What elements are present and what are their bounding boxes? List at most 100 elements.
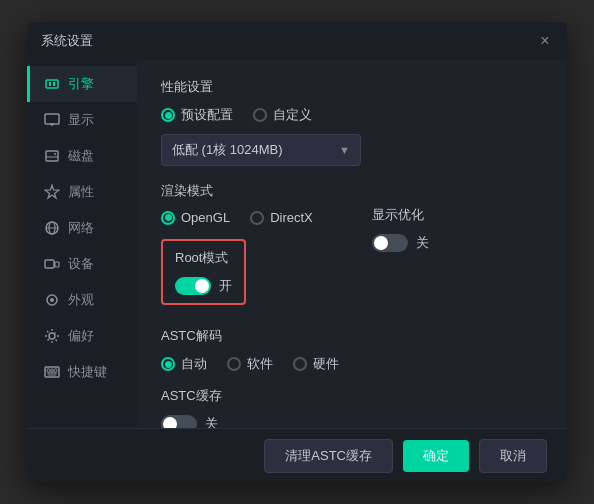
sidebar-label-props: 属性 <box>68 183 94 201</box>
svg-rect-0 <box>46 80 58 88</box>
display-opt-knob <box>374 236 388 250</box>
svg-rect-12 <box>45 260 54 268</box>
cancel-button[interactable]: 取消 <box>479 439 547 473</box>
sidebar-item-devices[interactable]: 设备 <box>27 246 137 282</box>
sidebar-label-shortcuts: 快捷键 <box>68 363 107 381</box>
close-button[interactable]: × <box>537 33 553 49</box>
sidebar-label-display: 显示 <box>68 111 94 129</box>
astc-cache-knob <box>163 417 177 428</box>
root-toggle-knob <box>195 279 209 293</box>
svg-point-15 <box>50 298 54 302</box>
sidebar-label-disk: 磁盘 <box>68 147 94 165</box>
sidebar-item-network[interactable]: 网络 <box>27 210 137 246</box>
astc-decode-title: ASTC解码 <box>161 327 543 345</box>
main-panel: 性能设置 预设配置 自定义 低配 (1核 1024MB) ▼ <box>137 60 567 428</box>
sidebar-item-prefs[interactable]: 偏好 <box>27 318 137 354</box>
svg-rect-3 <box>45 114 59 124</box>
svg-rect-21 <box>48 373 56 375</box>
astc-auto-label: 自动 <box>181 355 207 373</box>
display-opt-label: 关 <box>416 234 429 252</box>
confirm-button[interactable]: 确定 <box>403 440 469 472</box>
sidebar-item-display[interactable]: 显示 <box>27 102 137 138</box>
astc-cache-title: ASTC缓存 <box>161 387 543 405</box>
display-opt-col: 显示优化 关 <box>372 182 543 266</box>
sidebar-label-network: 网络 <box>68 219 94 237</box>
clear-astc-button[interactable]: 清理ASTC缓存 <box>264 439 393 473</box>
astc-auto-radio[interactable]: 自动 <box>161 355 207 373</box>
svg-point-16 <box>49 333 55 339</box>
astc-sw-label: 软件 <box>247 355 273 373</box>
footer: 清理ASTC缓存 确定 取消 <box>27 428 567 482</box>
root-toggle-label: 开 <box>219 277 232 295</box>
perf-preset-circle <box>161 108 175 122</box>
prefs-icon <box>44 328 60 344</box>
astc-cache-toggle-row: 关 <box>161 415 543 428</box>
perf-custom-radio[interactable]: 自定义 <box>253 106 312 124</box>
astc-cache-section: ASTC缓存 关 <box>161 387 543 428</box>
shortcuts-icon <box>44 364 60 380</box>
perf-preset-radio[interactable]: 预设配置 <box>161 106 233 124</box>
perf-title: 性能设置 <box>161 78 543 96</box>
perf-dropdown-value: 低配 (1核 1024MB) <box>172 141 283 159</box>
sidebar: 引擎 显示 <box>27 60 137 428</box>
appearance-icon <box>44 292 60 308</box>
sidebar-label-engine: 引擎 <box>68 75 94 93</box>
directx-label: DirectX <box>270 210 313 225</box>
opengl-label: OpenGL <box>181 210 230 225</box>
astc-cache-label: 关 <box>205 415 218 428</box>
display-icon <box>44 112 60 128</box>
dropdown-arrow-icon: ▼ <box>339 144 350 156</box>
svg-rect-2 <box>53 82 55 86</box>
sidebar-item-engine[interactable]: 引擎 <box>27 66 137 102</box>
sidebar-item-disk[interactable]: 磁盘 <box>27 138 137 174</box>
root-toggle[interactable] <box>175 277 211 295</box>
engine-icon <box>44 76 60 92</box>
svg-rect-1 <box>49 82 51 86</box>
content-area: 引擎 显示 <box>27 60 567 428</box>
title-bar: 系统设置 × <box>27 22 567 60</box>
sidebar-label-prefs: 偏好 <box>68 327 94 345</box>
perf-dropdown-row: 低配 (1核 1024MB) ▼ <box>161 134 543 166</box>
devices-icon <box>44 256 60 272</box>
render-root-row: 渲染模式 OpenGL DirectX <box>161 182 543 317</box>
root-toggle-row: 开 <box>175 277 232 295</box>
astc-hw-circle <box>293 357 307 371</box>
display-opt-toggle-row: 关 <box>372 234 543 252</box>
astc-auto-circle <box>161 357 175 371</box>
svg-rect-20 <box>54 369 57 372</box>
sidebar-item-props[interactable]: 属性 <box>27 174 137 210</box>
astc-cache-toggle[interactable] <box>161 415 197 428</box>
astc-sw-radio[interactable]: 软件 <box>227 355 273 373</box>
astc-hw-radio[interactable]: 硬件 <box>293 355 339 373</box>
display-opt-title: 显示优化 <box>372 206 543 224</box>
svg-rect-6 <box>46 151 58 161</box>
astc-hw-label: 硬件 <box>313 355 339 373</box>
svg-rect-18 <box>47 369 50 372</box>
perf-radio-group: 预设配置 自定义 <box>161 106 543 124</box>
perf-custom-circle <box>253 108 267 122</box>
disk-icon <box>44 148 60 164</box>
sidebar-item-appearance[interactable]: 外观 <box>27 282 137 318</box>
opengl-radio[interactable]: OpenGL <box>161 210 230 225</box>
display-opt-section: 显示优化 关 <box>372 206 543 252</box>
opengl-circle <box>161 211 175 225</box>
render-col: 渲染模式 OpenGL DirectX <box>161 182 332 317</box>
directx-radio[interactable]: DirectX <box>250 210 313 225</box>
sidebar-label-appearance: 外观 <box>68 291 94 309</box>
perf-section: 性能设置 预设配置 自定义 低配 (1核 1024MB) ▼ <box>161 78 543 166</box>
system-settings-dialog: 系统设置 × 引擎 <box>27 22 567 482</box>
display-opt-toggle[interactable] <box>372 234 408 252</box>
render-radio-group: OpenGL DirectX <box>161 210 332 225</box>
render-section: 渲染模式 OpenGL DirectX <box>161 182 332 225</box>
astc-decode-radio-group: 自动 软件 硬件 <box>161 355 543 373</box>
perf-dropdown[interactable]: 低配 (1核 1024MB) ▼ <box>161 134 361 166</box>
sidebar-item-shortcuts[interactable]: 快捷键 <box>27 354 137 390</box>
directx-circle <box>250 211 264 225</box>
dialog-title: 系统设置 <box>41 32 93 50</box>
root-section-box: Root模式 开 <box>161 239 246 305</box>
astc-sw-circle <box>227 357 241 371</box>
props-icon <box>44 184 60 200</box>
render-title: 渲染模式 <box>161 182 332 200</box>
perf-preset-label: 预设配置 <box>181 106 233 124</box>
svg-point-8 <box>54 153 56 155</box>
